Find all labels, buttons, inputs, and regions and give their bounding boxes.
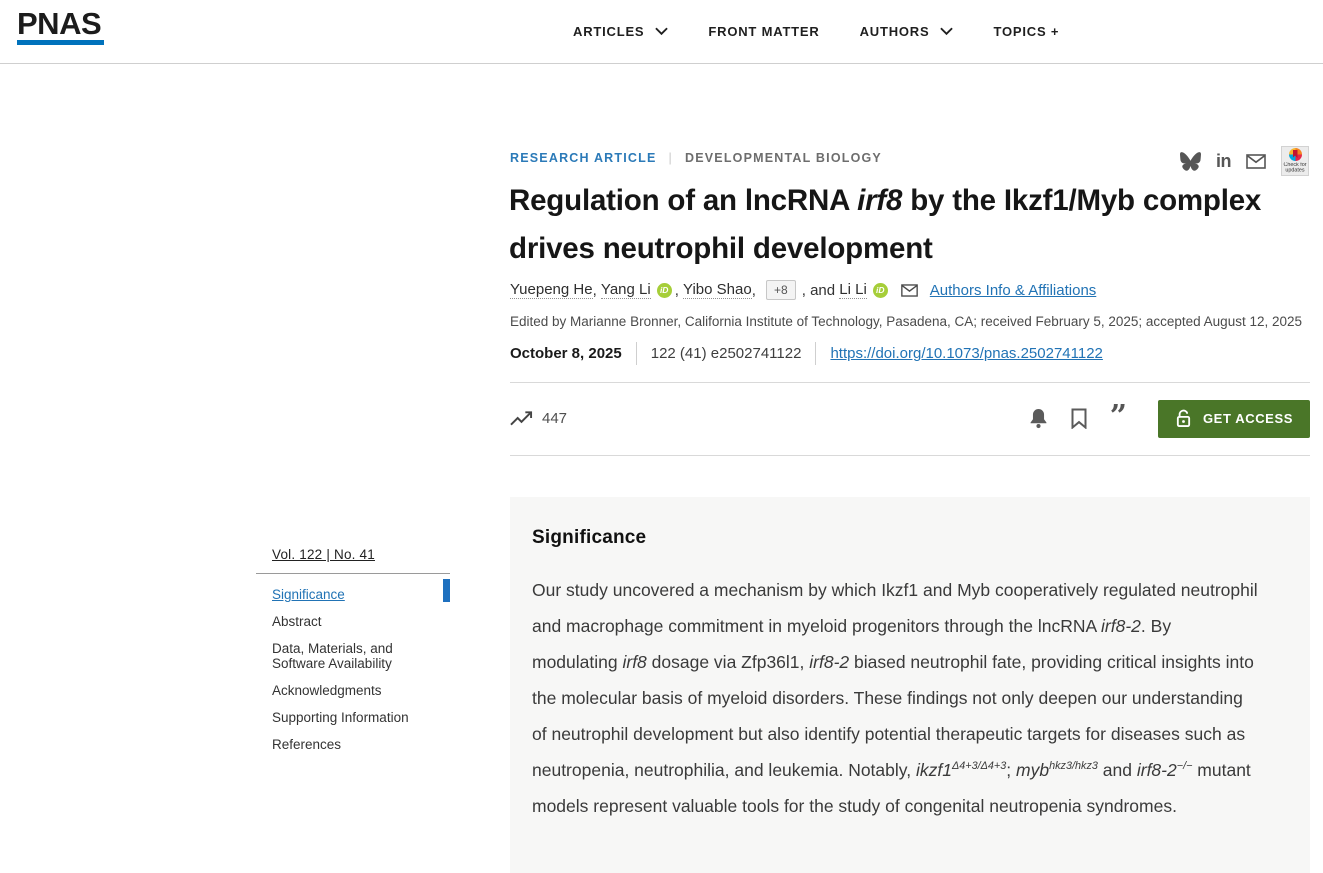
- authors-info-link[interactable]: Authors Info & Affiliations: [930, 282, 1097, 299]
- citation-info: 122 (41) e2502741122: [651, 345, 802, 362]
- sidebar-item-acknowledgments[interactable]: Acknowledgments: [272, 683, 434, 698]
- pnas-article-page: PNAS ARTICLES FRONT MATTER AUTHORS TOPIC…: [0, 0, 1323, 873]
- get-access-label: GET ACCESS: [1203, 411, 1293, 426]
- alert-bell-icon[interactable]: [1029, 408, 1048, 429]
- share-icons-row: in Check for updates: [1180, 146, 1309, 176]
- divider: [815, 342, 816, 365]
- sidebar-item-supporting-information[interactable]: Supporting Information: [272, 710, 434, 725]
- nav-topics-label: TOPICS +: [993, 24, 1059, 39]
- nav-authors-label: AUTHORS: [860, 24, 930, 39]
- significance-paragraph: Our study uncovered a mechanism by which…: [532, 572, 1260, 824]
- chevron-down-icon: [655, 27, 668, 36]
- author-link[interactable]: Yibo Shao: [683, 281, 752, 299]
- article-kicker: RESEARCH ARTICLE | DEVELOPMENTAL BIOLOGY: [510, 151, 882, 165]
- pnas-logo[interactable]: PNAS: [17, 9, 104, 45]
- author-link[interactable]: Li Li: [839, 281, 867, 299]
- main-nav: ARTICLES FRONT MATTER AUTHORS TOPICS +: [573, 0, 1059, 63]
- research-article-link[interactable]: RESEARCH ARTICLE: [510, 151, 657, 165]
- orcid-icon[interactable]: iD: [657, 283, 672, 298]
- trending-icon: [510, 410, 533, 427]
- sidebar-item-abstract[interactable]: Abstract: [272, 614, 434, 629]
- metrics-counter[interactable]: 447: [510, 410, 567, 427]
- volume-issue-link[interactable]: Vol. 122 | No. 41: [272, 547, 375, 562]
- author-separator: ,: [675, 282, 683, 299]
- category-link[interactable]: DEVELOPMENTAL BIOLOGY: [685, 151, 882, 165]
- chevron-down-icon: [940, 27, 953, 36]
- doi-link[interactable]: https://doi.org/10.1073/pnas.2502741122: [830, 345, 1102, 362]
- nav-front-matter[interactable]: FRONT MATTER: [708, 24, 819, 39]
- publication-date: October 8, 2025: [510, 345, 622, 362]
- corresponding-author-email-icon[interactable]: [901, 284, 918, 297]
- article-sidebar: Vol. 122 | No. 41 Significance Abstract …: [256, 546, 450, 752]
- divider: [636, 342, 637, 365]
- email-share-icon[interactable]: [1246, 154, 1266, 169]
- nav-topics[interactable]: TOPICS +: [993, 24, 1059, 39]
- bluesky-icon[interactable]: [1180, 152, 1201, 171]
- nav-articles[interactable]: ARTICLES: [573, 24, 668, 39]
- site-header: PNAS ARTICLES FRONT MATTER AUTHORS TOPIC…: [0, 0, 1323, 64]
- authors-row: Yuepeng He, Yang Li iD, Yibo Shao, +8 , …: [510, 280, 1310, 300]
- metrics-count: 447: [542, 410, 567, 427]
- significance-section: Significance Our study uncovered a mecha…: [510, 497, 1310, 873]
- metrics-actions-row: 447 ” GET ACCESS: [510, 399, 1310, 438]
- sidebar-item-references[interactable]: References: [272, 737, 434, 752]
- sidebar-divider: [256, 573, 450, 574]
- open-lock-icon: [1175, 409, 1192, 429]
- article-title: Regulation of an lncRNA irf8 by the Ikzf…: [509, 177, 1314, 273]
- cite-quote-icon[interactable]: ”: [1110, 407, 1127, 431]
- active-section-indicator: [443, 579, 450, 602]
- section-nav: Significance Abstract Data, Materials, a…: [272, 587, 434, 752]
- linkedin-icon[interactable]: in: [1216, 152, 1231, 170]
- significance-heading: Significance: [532, 527, 1260, 549]
- check-for-updates-badge[interactable]: Check for updates: [1281, 146, 1309, 176]
- author-link[interactable]: Yang Li: [601, 281, 651, 299]
- kicker-separator: |: [669, 151, 673, 165]
- author-link[interactable]: Yuepeng He: [510, 281, 593, 299]
- divider: [510, 455, 1310, 456]
- article-actions: ” GET ACCESS: [1029, 400, 1310, 438]
- publication-info-row: October 8, 2025 122 (41) e2502741122 htt…: [510, 342, 1103, 365]
- sidebar-item-data-availability[interactable]: Data, Materials, and Software Availabili…: [272, 641, 434, 671]
- edited-by-line: Edited by Marianne Bronner, California I…: [510, 314, 1310, 329]
- divider: [510, 382, 1310, 383]
- nav-front-matter-label: FRONT MATTER: [708, 24, 819, 39]
- author-separator: ,: [593, 282, 601, 299]
- nav-authors[interactable]: AUTHORS: [860, 24, 954, 39]
- author-and-separator: , and: [802, 282, 840, 299]
- crossmark-icon: [1289, 148, 1302, 161]
- more-authors-button[interactable]: +8: [766, 280, 796, 300]
- pnas-logo-text: PNAS: [17, 9, 104, 39]
- orcid-icon[interactable]: iD: [873, 283, 888, 298]
- author-separator: ,: [752, 282, 760, 299]
- linkedin-glyph: in: [1216, 152, 1231, 170]
- check-for-updates-label: Check for updates: [1283, 163, 1306, 174]
- nav-articles-label: ARTICLES: [573, 24, 644, 39]
- sidebar-item-significance[interactable]: Significance: [272, 587, 434, 602]
- get-access-button[interactable]: GET ACCESS: [1158, 400, 1310, 438]
- bookmark-icon[interactable]: [1071, 408, 1087, 429]
